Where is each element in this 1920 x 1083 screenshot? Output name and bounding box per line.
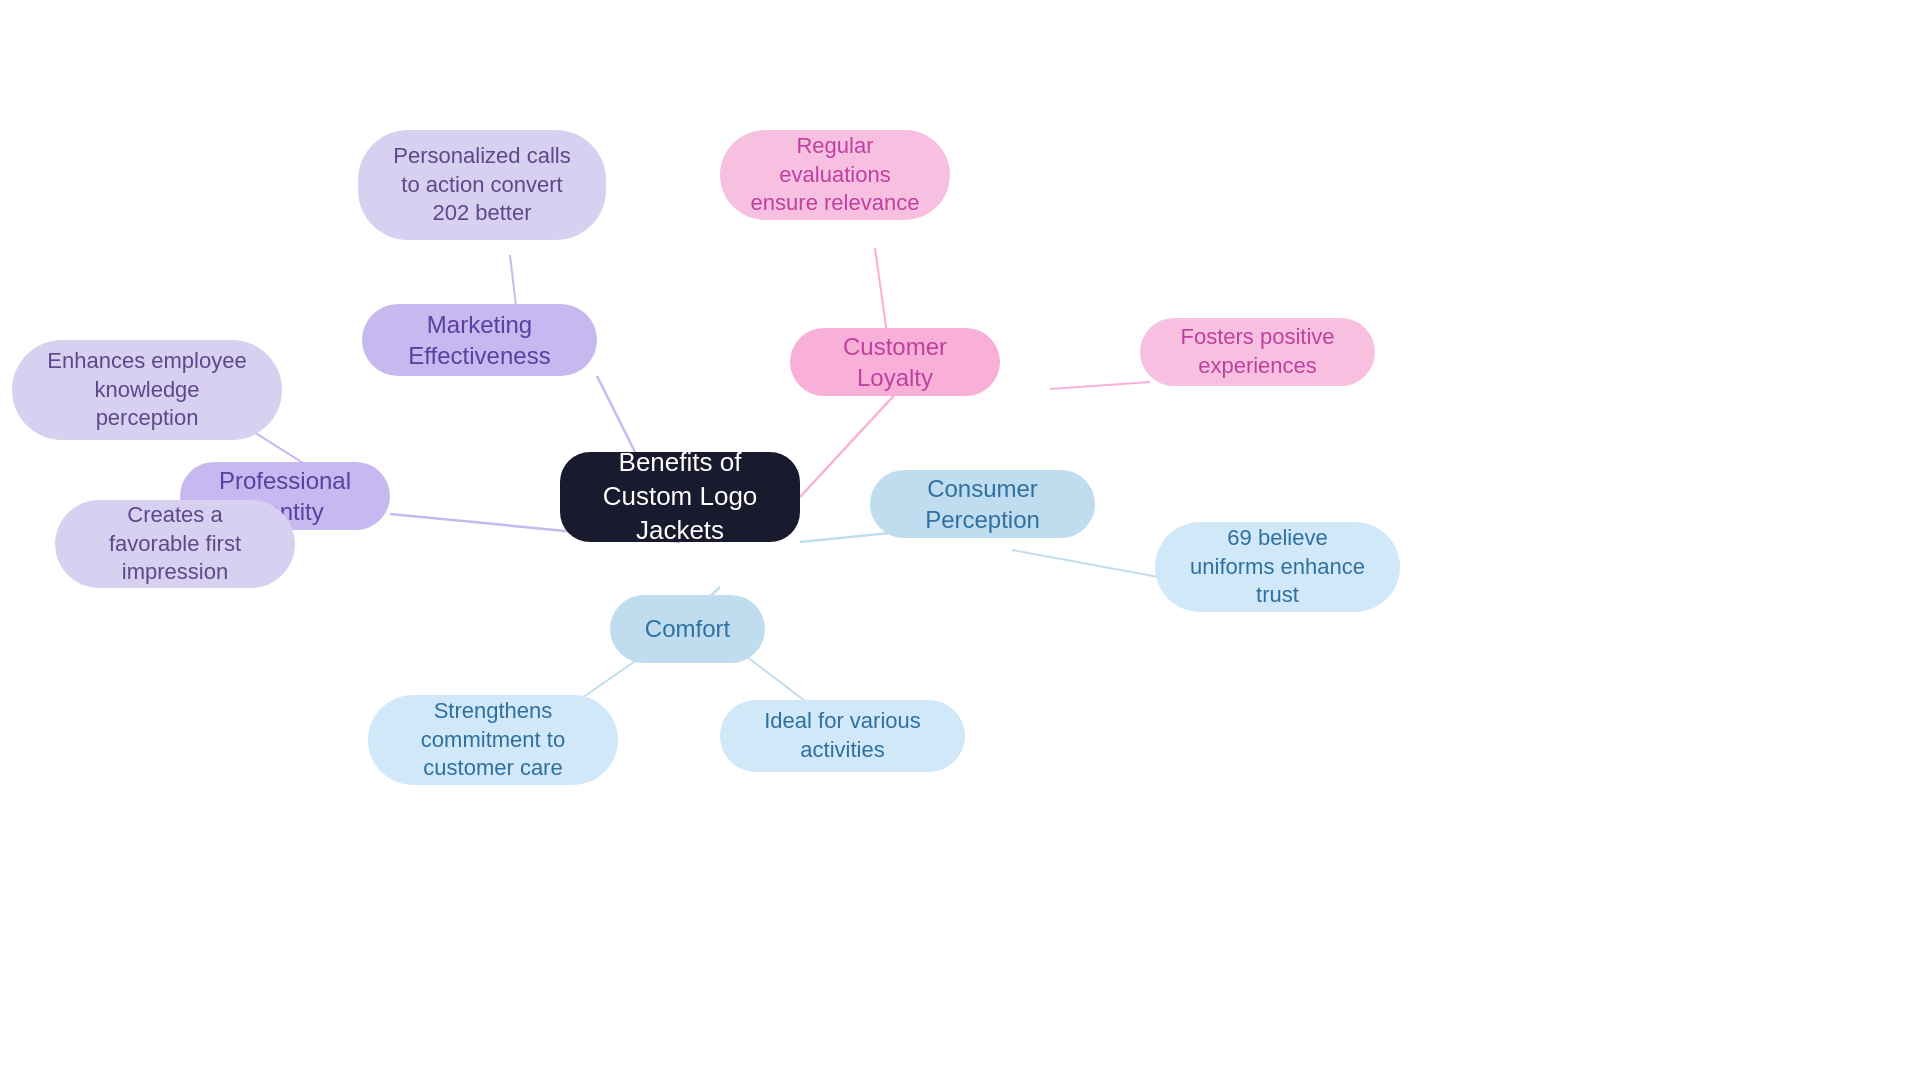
fosters-node: Fosters positive experiences <box>1140 318 1375 386</box>
consumer-node: Consumer Perception <box>870 470 1095 538</box>
svg-line-7 <box>1050 382 1150 389</box>
customer-loyalty-node: Customer Loyalty <box>790 328 1000 396</box>
personalized-node: Personalized calls to action convert 202… <box>358 130 606 240</box>
uniforms-node: 69 believe uniforms enhance trust <box>1155 522 1400 612</box>
enhances-node: Enhances employee knowledge perception <box>12 340 282 440</box>
regular-eval-node: Regular evaluations ensure relevance <box>720 130 950 220</box>
favorable-node: Creates a favorable first impression <box>55 500 295 588</box>
marketing-node: Marketing Effectiveness <box>362 304 597 376</box>
commitment-node: Strengthens commitment to customer care <box>368 695 618 785</box>
center-node: Benefits of Custom Logo Jackets <box>560 452 800 542</box>
svg-line-12 <box>1012 550 1175 580</box>
various-node: Ideal for various activities <box>720 700 965 772</box>
mind-map-container: Benefits of Custom Logo Jackets Marketin… <box>0 0 1920 1083</box>
svg-line-11 <box>800 532 900 542</box>
comfort-node: Comfort <box>610 595 765 663</box>
